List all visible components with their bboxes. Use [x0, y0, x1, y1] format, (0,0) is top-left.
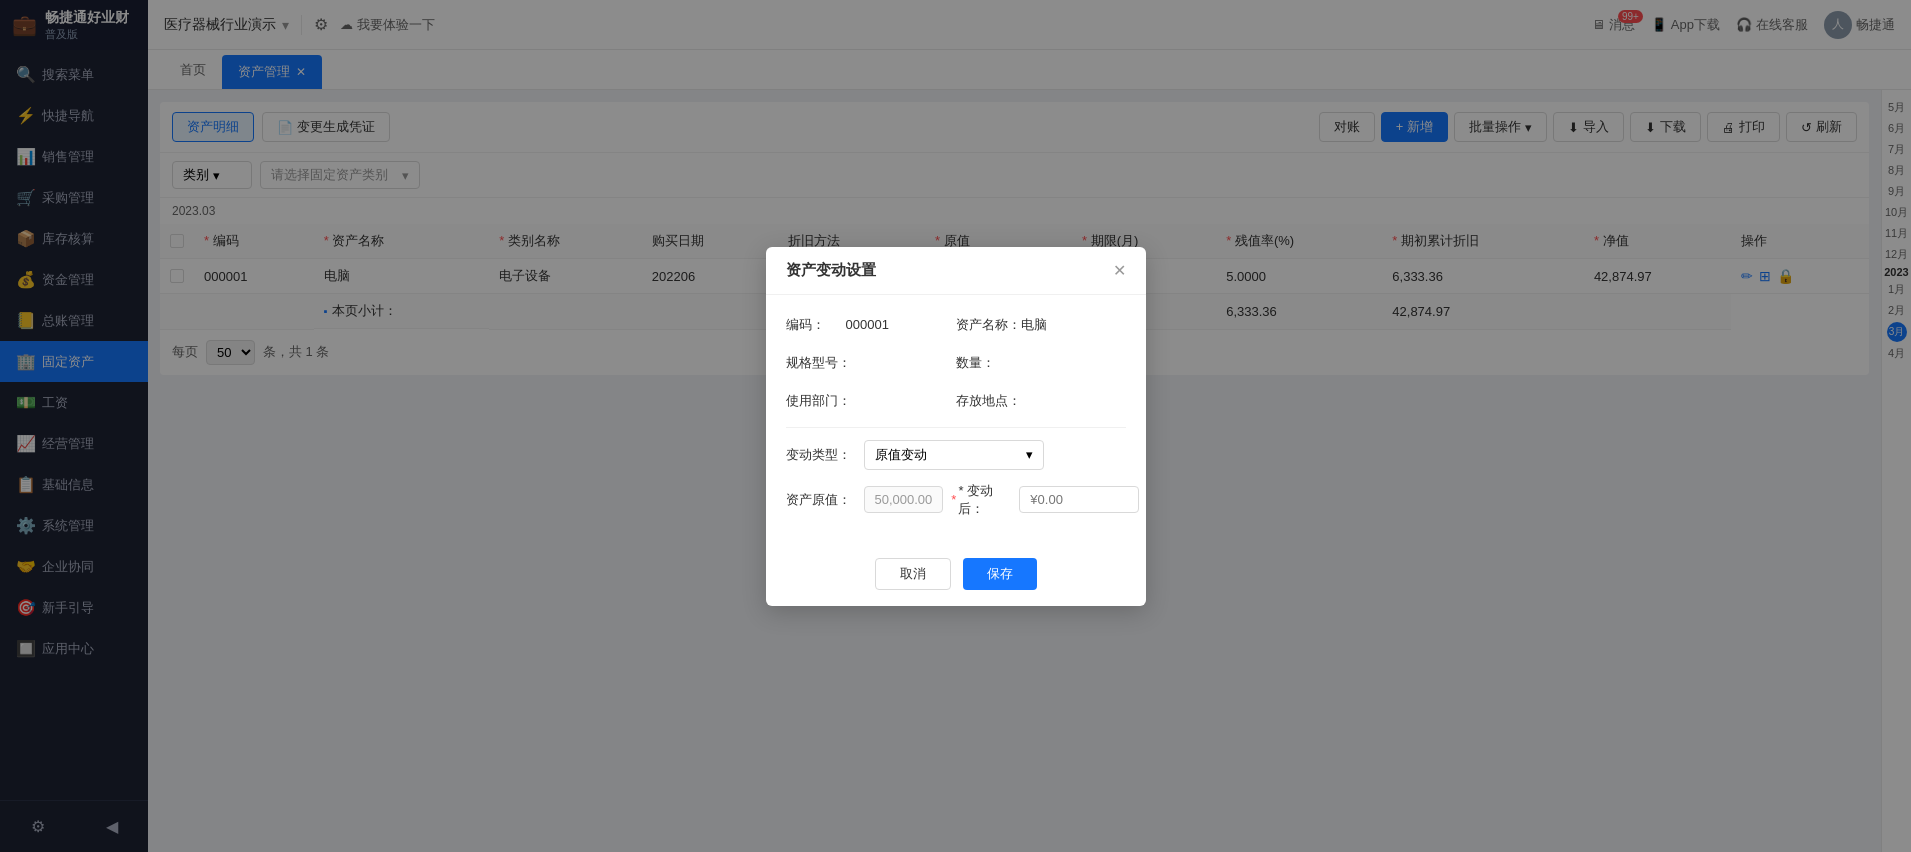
modal-row-1: 编码： 000001 资产名称： 电脑 [786, 311, 1126, 339]
modal-col-name: 资产名称： 电脑 [956, 311, 1126, 339]
after-change-input[interactable] [1019, 486, 1139, 513]
modal-close-btn[interactable]: ✕ [1113, 261, 1126, 280]
change-type-dropdown-icon: ▾ [1026, 447, 1033, 462]
change-type-select[interactable]: 原值变动 ▾ [864, 440, 1044, 470]
cancel-btn[interactable]: 取消 [875, 558, 951, 590]
modal-change-type-row: 变动类型： 原值变动 ▾ [786, 440, 1126, 470]
modal-col-dept: 使用部门： [786, 387, 956, 415]
modal-body: 编码： 000001 资产名称： 电脑 规格型号： 数量： [766, 295, 1146, 546]
after-change-label: ** 变动后： [951, 482, 1011, 518]
modal-row-2: 规格型号： 数量： [786, 349, 1126, 377]
asset-change-modal: 资产变动设置 ✕ 编码： 000001 资产名称： 电脑 规格型号： [766, 247, 1146, 606]
modal-col-quantity: 数量： [956, 349, 1126, 377]
modal-title: 资产变动设置 [786, 261, 876, 280]
original-value-field: 50,000.00 [864, 486, 944, 513]
modal-value-row: 资产原值： 50,000.00 ** 变动后： [786, 482, 1126, 518]
modal-header: 资产变动设置 ✕ [766, 247, 1146, 295]
modal-col-code: 编码： 000001 [786, 311, 956, 339]
modal-footer: 取消 保存 [766, 546, 1146, 606]
modal-row-3: 使用部门： 存放地点： [786, 387, 1126, 415]
modal-divider [786, 427, 1126, 428]
save-btn[interactable]: 保存 [963, 558, 1037, 590]
modal-col-location: 存放地点： [956, 387, 1126, 415]
modal-overlay: 资产变动设置 ✕ 编码： 000001 资产名称： 电脑 规格型号： [0, 0, 1911, 852]
modal-col-spec: 规格型号： [786, 349, 956, 377]
